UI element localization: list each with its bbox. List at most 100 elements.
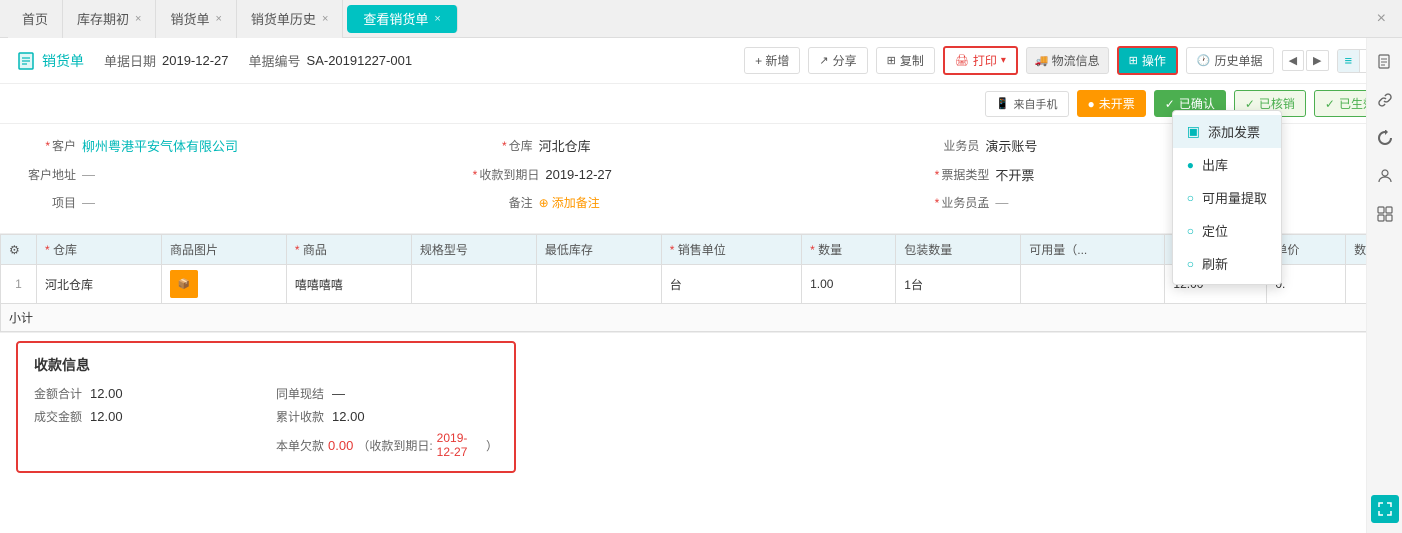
- locate-item[interactable]: ○ 定位: [1173, 214, 1281, 247]
- operations-button[interactable]: ⊞ 操作: [1117, 46, 1178, 75]
- row-quantity: 1.00: [802, 265, 896, 304]
- payment-date-value: 2019-12-27: [545, 167, 612, 182]
- copy-button[interactable]: ⊞ 复制: [876, 47, 935, 74]
- close-all-button[interactable]: ×: [1369, 6, 1394, 32]
- right-sidebar: [1366, 38, 1402, 533]
- doc-type: 销货单: [16, 51, 84, 71]
- row-warehouse: 河北仓库: [37, 265, 162, 304]
- tab-home[interactable]: 首页: [8, 0, 63, 38]
- payment-grid: 金额合计 12.00 同单现结 — 成交金额 12.00 累计收款 12.00 …: [34, 385, 498, 459]
- col-pack-qty: 包装数量: [896, 235, 1021, 265]
- row-min-stock: [536, 265, 661, 304]
- doc-date-field: 单据日期 2019-12-27: [104, 51, 229, 70]
- tab-inventory-open[interactable]: 库存期初 ×: [63, 0, 156, 38]
- new-button[interactable]: + 新增: [744, 47, 800, 74]
- deal-amount-value: 12.00: [90, 409, 123, 424]
- print-button[interactable]: 🖨 打印 ▾: [943, 46, 1018, 75]
- sidebar-expand-icon[interactable]: [1371, 495, 1399, 523]
- sidebar-file-icon[interactable]: [1371, 48, 1399, 76]
- sidebar-link-icon[interactable]: [1371, 86, 1399, 114]
- note-field: 备注 ⊕ 添加备注: [473, 194, 930, 211]
- row-pack-qty: 1台: [896, 265, 1021, 304]
- col-product: * 商品: [286, 235, 411, 265]
- warehouse-value: 河北仓库: [539, 136, 591, 155]
- refresh-item[interactable]: ○ 刷新: [1173, 247, 1281, 280]
- next-button[interactable]: ▶: [1306, 50, 1328, 71]
- total-value: 12.00: [90, 386, 123, 401]
- row-product: 嘻嘻嘻嘻: [286, 265, 411, 304]
- customer-field: 客户 柳州粤港平安气体有限公司: [16, 136, 473, 155]
- customer-value[interactable]: 柳州粤港平安气体有限公司: [82, 136, 238, 155]
- prev-button[interactable]: ◀: [1282, 50, 1304, 71]
- col-product-img: 商品图片: [161, 235, 286, 265]
- tab-close-sales[interactable]: ×: [215, 13, 221, 25]
- col-min-stock: 最低库存: [536, 235, 661, 265]
- doc-meta: 单据日期 2019-12-27 单据编号 SA-20191227-001: [104, 51, 744, 70]
- deal-amount-row: 成交金额 12.00: [34, 408, 256, 425]
- payment-date-field: 收款到期日 2019-12-27: [473, 166, 930, 183]
- radio-icon-1: ○: [1187, 191, 1194, 205]
- ticket-type-value: 不开票: [995, 165, 1034, 184]
- col-sku: 规格型号: [411, 235, 536, 265]
- tab-close-history[interactable]: ×: [322, 13, 328, 25]
- sidebar-rotate-icon[interactable]: [1371, 124, 1399, 152]
- sales-order-icon: [16, 51, 36, 71]
- nav-arrows: ◀ ▶: [1282, 50, 1329, 71]
- logistics-button[interactable]: 🚚 物流信息: [1026, 47, 1109, 74]
- sales-emp-field: 业务员孟 —: [929, 194, 1386, 211]
- project-field: 项目 —: [16, 194, 473, 211]
- not-open-button[interactable]: ● 未开票: [1077, 90, 1146, 117]
- subtotal-row: 小计: [1, 304, 1402, 332]
- ticket-type-field: 票据类型 不开票: [929, 165, 1386, 184]
- available-qty-item[interactable]: ○ 可用量提取: [1173, 181, 1281, 214]
- doc-header: 销货单 单据日期 2019-12-27 单据编号 SA-20191227-001…: [0, 38, 1402, 84]
- sales-emp-value: —: [995, 195, 1008, 210]
- tab-sales-history[interactable]: 销货单历史 ×: [237, 0, 343, 38]
- checkbox-icon: ▣: [1187, 123, 1200, 140]
- same-order-settle-value: —: [332, 386, 345, 401]
- col-available: 可用量（...: [1021, 235, 1165, 265]
- col-settings[interactable]: ⚙: [1, 235, 37, 265]
- row-product-img: 📦: [161, 265, 286, 304]
- tab-sales-order[interactable]: 销货单 ×: [156, 0, 236, 38]
- sidebar-table-icon[interactable]: [1371, 200, 1399, 228]
- out-warehouse-item[interactable]: ● 出库: [1173, 148, 1281, 181]
- tab-close-view[interactable]: ×: [434, 13, 440, 25]
- doc-number-field: 单据编号 SA-20191227-001: [249, 51, 413, 70]
- share-button[interactable]: ↗ 分享: [808, 47, 867, 74]
- row-available: [1021, 265, 1165, 304]
- current-owed-value: 0.00: [328, 438, 353, 453]
- col-quantity: * 数量: [802, 235, 896, 265]
- sidebar-user-icon[interactable]: [1371, 162, 1399, 190]
- col-sales-unit: * 销售单位: [661, 235, 801, 265]
- radio-selected-icon: ●: [1187, 158, 1194, 172]
- same-order-settle-row: 同单现结 —: [276, 385, 498, 402]
- accumulated-row: 累计收款 12.00: [276, 408, 498, 425]
- radio-icon-2: ○: [1187, 224, 1194, 238]
- tab-close-inventory[interactable]: ×: [135, 13, 141, 25]
- main-content: 销货单 单据日期 2019-12-27 单据编号 SA-20191227-001…: [0, 38, 1402, 533]
- current-owed-row: 本单欠款 0.00 （收款到期日: 2019-12-27 ）: [276, 431, 498, 459]
- project-value: —: [82, 195, 95, 210]
- total-row: 金额合计 12.00: [34, 385, 256, 402]
- row-sales-unit: 台: [661, 265, 801, 304]
- view-list-button[interactable]: ≡: [1338, 50, 1361, 72]
- row-sku: [411, 265, 536, 304]
- tab-bar: 首页 库存期初 × 销货单 × 销货单历史 × 查看销货单 × ×: [0, 0, 1402, 38]
- address-field: 客户地址 —: [16, 166, 473, 183]
- product-image: 📦: [170, 270, 198, 298]
- address-value: —: [82, 167, 95, 182]
- operations-dropdown: ▣ 添加发票 ● 出库 ○ 可用量提取 ○ 定位 ○ 刷新: [1172, 110, 1282, 285]
- payment-title: 收款信息: [34, 355, 498, 375]
- add-invoice-item[interactable]: ▣ 添加发票: [1173, 115, 1281, 148]
- warehouse-field: 仓库 河北仓库: [473, 136, 930, 155]
- payment-info-box: 收款信息 金额合计 12.00 同单现结 — 成交金额 12.00 累计收款 1…: [16, 341, 516, 473]
- from-mobile-button[interactable]: 📱 来自手机: [985, 91, 1069, 117]
- tab-view-sales[interactable]: 查看销货单 ×: [347, 5, 457, 33]
- doc-actions: + 新增 ↗ 分享 ⊞ 复制 🖨 打印 ▾ 🚚 物流信息: [744, 46, 1386, 75]
- add-note-button[interactable]: ⊕ 添加备注: [539, 194, 600, 211]
- subtotal-label: 小计: [1, 304, 1402, 332]
- history-button[interactable]: 🕐 历史单据: [1186, 47, 1274, 74]
- col-warehouse: * 仓库: [37, 235, 162, 265]
- employee-value: 演示账号: [985, 136, 1037, 155]
